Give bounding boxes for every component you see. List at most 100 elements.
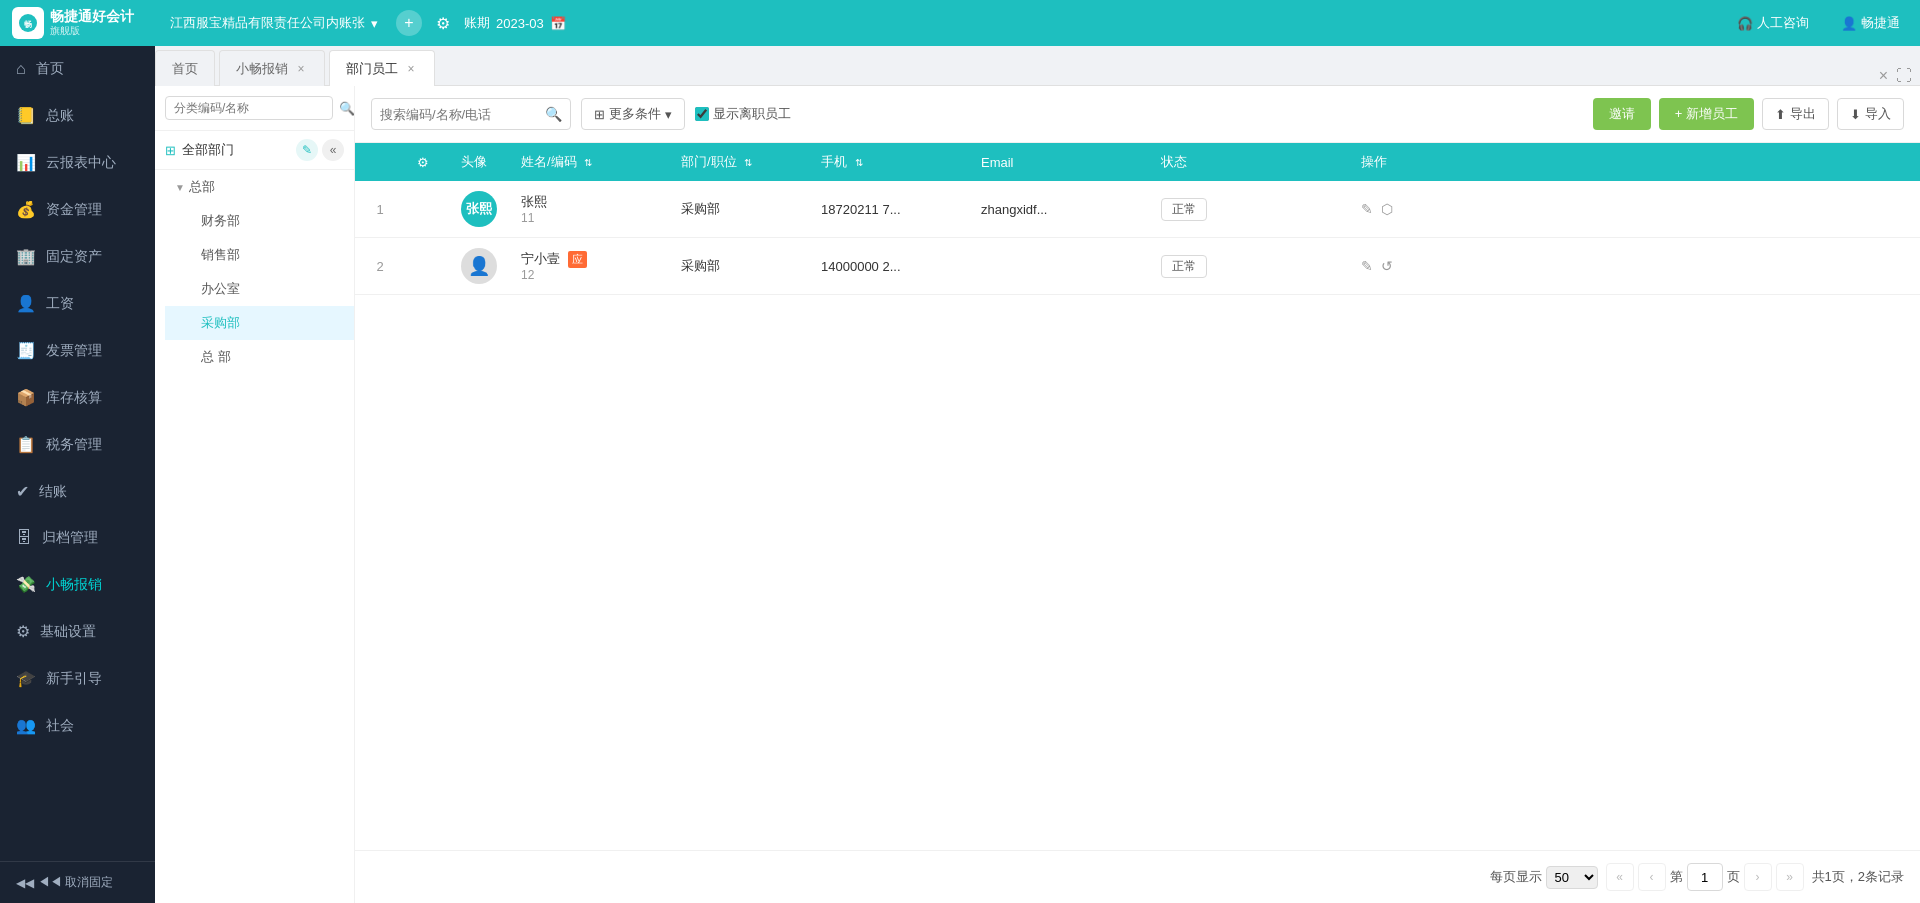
col-phone[interactable]: 手机 ⇅ xyxy=(809,143,969,181)
tab-expense[interactable]: 小畅报销 × xyxy=(219,50,325,86)
col-settings[interactable]: ⚙ xyxy=(405,143,449,181)
sidebar-item-fixed-assets[interactable]: 🏢 固定资产 xyxy=(0,233,155,280)
dept-search-area: 🔍 xyxy=(155,86,354,131)
calendar-icon[interactable]: 📅 xyxy=(550,16,566,31)
app-subtitle: 旗舰版 xyxy=(50,24,134,38)
avatar-placeholder-icon: 👤 xyxy=(468,255,490,277)
page-number-input[interactable] xyxy=(1687,863,1723,891)
sidebar-item-archive[interactable]: 🗄 归档管理 xyxy=(0,515,155,561)
logout-icon-1[interactable]: ⬡ xyxy=(1381,201,1393,217)
dept-item-general-hq[interactable]: 总 部 xyxy=(165,340,354,374)
refresh-icon-2[interactable]: ↺ xyxy=(1381,258,1393,274)
sidebar-item-home[interactable]: ⌂ 首页 xyxy=(0,46,155,92)
row-phone-2: 14000000 2... xyxy=(809,238,969,295)
export-label: 导出 xyxy=(1790,105,1816,123)
sidebar-item-tax[interactable]: 📋 税务管理 xyxy=(0,421,155,468)
settings-top-button[interactable]: ⚙ xyxy=(430,10,456,36)
dept-root-label[interactable]: 全部部门 xyxy=(182,141,234,159)
first-page-button[interactable]: « xyxy=(1606,863,1634,891)
content-area: 首页 小畅报销 × 部门员工 × × ⛶ 🔍 xyxy=(155,46,1920,903)
tab-expense-label: 小畅报销 xyxy=(236,60,288,78)
row-status-2: 正常 xyxy=(1149,238,1349,295)
invite-button[interactable]: 邀请 xyxy=(1593,98,1651,130)
avatar-ning: 👤 xyxy=(461,248,497,284)
employee-name-2: 宁小壹 xyxy=(521,250,560,268)
sidebar-item-inventory[interactable]: 📦 库存核算 xyxy=(0,374,155,421)
last-page-button[interactable]: » xyxy=(1776,863,1804,891)
sidebar-item-reports[interactable]: 📊 云报表中心 xyxy=(0,139,155,186)
fixed-assets-icon: 🏢 xyxy=(16,247,36,266)
dept-search-icon: 🔍 xyxy=(339,101,355,116)
row-index-2: 2 xyxy=(355,238,405,295)
company-selector[interactable]: 江西服宝精品有限责任公司内账张 ▾ xyxy=(162,10,386,36)
sidebar-item-close[interactable]: ✔ 结账 xyxy=(0,468,155,515)
col-status: 状态 xyxy=(1149,143,1349,181)
sidebar-item-settings[interactable]: ⚙ 基础设置 xyxy=(0,608,155,655)
dept-item-office[interactable]: 办公室 xyxy=(165,272,354,306)
import-button[interactable]: ⬇ 导入 xyxy=(1837,98,1904,130)
dept-search-input[interactable] xyxy=(165,96,333,120)
edit-icon-1[interactable]: ✎ xyxy=(1361,201,1373,217)
dept-group-label: 总部 xyxy=(189,178,215,196)
table-header-row: ⚙ 头像 姓名/编码 ⇅ 部门/职位 xyxy=(355,143,1920,181)
next-page-button[interactable]: › xyxy=(1744,863,1772,891)
employee-search-input[interactable] xyxy=(380,107,545,122)
add-tab-button[interactable]: + xyxy=(396,10,422,36)
dept-item-purchasing[interactable]: 采购部 xyxy=(165,306,354,340)
page-suffix: 页 xyxy=(1727,868,1740,886)
add-employee-button[interactable]: + 新增员工 xyxy=(1659,98,1754,130)
page-content: 🔍 ⊞ 全部部门 ✎ « xyxy=(155,86,1920,903)
window-controls: × ⛶ xyxy=(1879,67,1920,85)
dept-sort-icon: ⇅ xyxy=(744,157,752,168)
col-email: Email xyxy=(969,143,1149,181)
sidebar-item-expense[interactable]: 💸 小畅报销 xyxy=(0,561,155,608)
period-value: 2023-03 xyxy=(496,16,544,31)
dept-collapse-button[interactable]: « xyxy=(322,139,344,161)
row-avatar-2: 👤 xyxy=(449,238,509,295)
edit-icon-2[interactable]: ✎ xyxy=(1361,258,1373,274)
ai-consult-button[interactable]: 🎧 人工咨询 xyxy=(1729,10,1817,36)
dept-item-sales[interactable]: 销售部 xyxy=(165,238,354,272)
row-actions-1: ✎ ⬡ xyxy=(1349,181,1920,238)
user-area[interactable]: 👤 畅捷通 xyxy=(1833,10,1908,36)
sidebar-item-social[interactable]: 👥 社会 xyxy=(0,702,155,749)
dept-office-label: 办公室 xyxy=(201,281,240,296)
row-name-1: 张熙 11 xyxy=(509,181,669,238)
tab-employees[interactable]: 部门员工 × xyxy=(329,50,435,86)
employee-code-2: 12 xyxy=(521,268,657,282)
col-action: 操作 xyxy=(1349,143,1920,181)
export-button[interactable]: ⬆ 导出 xyxy=(1762,98,1829,130)
show-resigned-checkbox[interactable] xyxy=(695,107,709,121)
row-settings-1 xyxy=(405,181,449,238)
dept-edit-button[interactable]: ✎ xyxy=(296,139,318,161)
table-row: 1 张熙 张熙 11 xyxy=(355,181,1920,238)
headset-icon: 🎧 xyxy=(1737,16,1753,31)
main-layout: ⌂ 首页 📒 总账 📊 云报表中心 💰 资金管理 🏢 固定资产 👤 工资 🧾 发… xyxy=(0,46,1920,903)
filter-icon: ⊞ xyxy=(594,107,605,122)
dept-group-title-headquarters[interactable]: ▼ 总部 xyxy=(165,170,354,204)
window-expand-button[interactable]: ⛶ xyxy=(1896,67,1912,85)
sidebar-label-social: 社会 xyxy=(46,717,74,735)
cancel-fixed-label: ◀◀ 取消固定 xyxy=(38,874,113,891)
prev-page-button[interactable]: ‹ xyxy=(1638,863,1666,891)
sidebar-label-ledger: 总账 xyxy=(46,107,74,125)
dept-item-finance[interactable]: 财务部 xyxy=(165,204,354,238)
sidebar-item-salary[interactable]: 👤 工资 xyxy=(0,280,155,327)
window-close-button[interactable]: × xyxy=(1879,67,1888,85)
row-dept-1: 采购部 xyxy=(669,181,809,238)
sidebar-item-ledger[interactable]: 📒 总账 xyxy=(0,92,155,139)
col-dept[interactable]: 部门/职位 ⇅ xyxy=(669,143,809,181)
phone-sort-icon: ⇅ xyxy=(855,157,863,168)
tab-expense-close[interactable]: × xyxy=(294,62,308,76)
period-area: 账期 2023-03 📅 xyxy=(464,14,566,32)
per-page-dropdown[interactable]: 10 20 50 100 xyxy=(1546,866,1598,889)
more-filter-button[interactable]: ⊞ 更多条件 ▾ xyxy=(581,98,685,130)
cancel-fixed-button[interactable]: ◀◀ ◀◀ 取消固定 xyxy=(0,861,155,903)
sidebar-item-funds[interactable]: 💰 资金管理 xyxy=(0,186,155,233)
sidebar-item-guide[interactable]: 🎓 新手引导 xyxy=(0,655,155,702)
pagination: 每页显示 10 20 50 100 « ‹ xyxy=(355,850,1920,903)
tab-employees-close[interactable]: × xyxy=(404,62,418,76)
tab-home[interactable]: 首页 xyxy=(155,50,215,86)
col-name[interactable]: 姓名/编码 ⇅ xyxy=(509,143,669,181)
sidebar-item-invoice[interactable]: 🧾 发票管理 xyxy=(0,327,155,374)
